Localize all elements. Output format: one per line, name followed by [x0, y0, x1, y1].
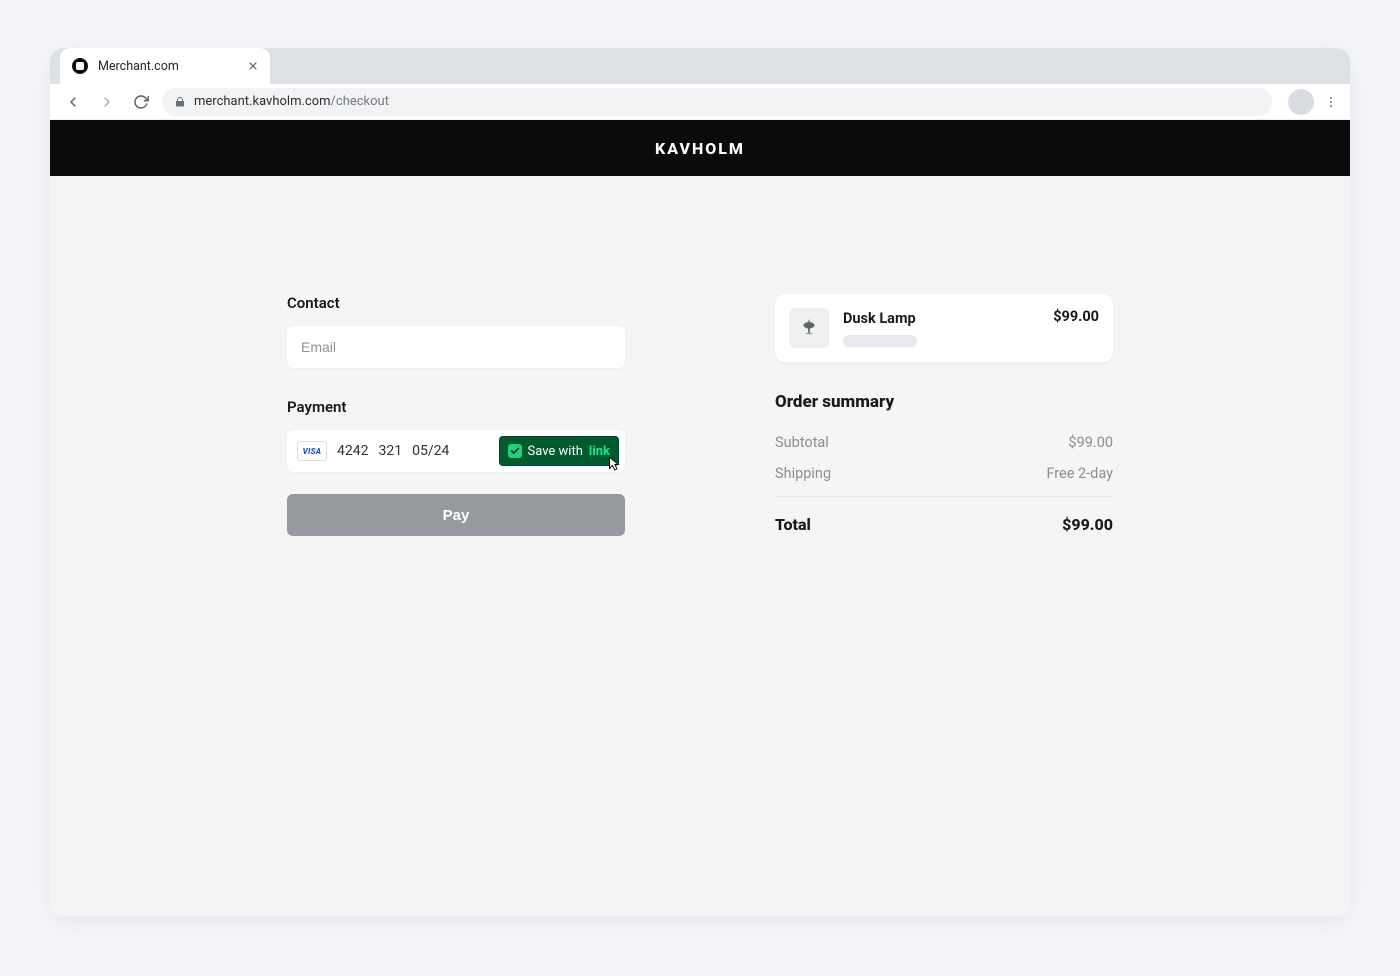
close-icon[interactable]	[246, 59, 260, 73]
summary-title: Order summary	[775, 392, 1113, 412]
save-with-link-button[interactable]: Save with link	[499, 436, 620, 466]
summary-total: Total $99.00	[775, 496, 1113, 534]
payment-label: Payment	[287, 398, 625, 416]
subtotal-label: Subtotal	[775, 434, 829, 451]
card-exp: 05/24	[412, 443, 449, 459]
profile-avatar[interactable]	[1288, 89, 1314, 115]
shipping-value: Free 2-day	[1046, 465, 1113, 482]
contact-label: Contact	[287, 294, 625, 312]
total-value: $99.00	[1062, 515, 1113, 534]
menu-button[interactable]	[1322, 89, 1340, 115]
product-thumbnail	[789, 308, 829, 348]
visa-icon: VISA	[297, 441, 327, 461]
visa-text: VISA	[303, 447, 322, 456]
card-input-row[interactable]: VISA 4242 321 05/24 Sav	[287, 430, 625, 472]
product-subtext-skeleton	[843, 335, 917, 347]
card-cvc: 321	[378, 443, 402, 459]
forward-button[interactable]	[94, 89, 120, 115]
viewport: Merchant.com merchant.kavholm.com/c	[0, 0, 1400, 976]
card-last4: 4242	[337, 443, 368, 459]
reload-button[interactable]	[128, 89, 154, 115]
browser-toolbar: merchant.kavholm.com/checkout	[50, 84, 1350, 120]
product-card: Dusk Lamp $99.00	[775, 294, 1113, 362]
lock-icon	[174, 96, 186, 108]
checkout-columns: Contact Payment VISA 4242 321 05/24	[287, 294, 1113, 876]
shipping-label: Shipping	[775, 465, 831, 482]
brand-bar: KAVHOLM	[50, 120, 1350, 176]
checkout-content: Contact Payment VISA 4242 321 05/24	[50, 176, 1350, 916]
summary-shipping: Shipping Free 2-day	[775, 465, 1113, 482]
back-button[interactable]	[60, 89, 86, 115]
address-url-path: /checkout	[331, 94, 389, 109]
address-url: merchant.kavholm.com/checkout	[194, 94, 389, 109]
address-url-host: merchant.kavholm.com	[194, 94, 331, 109]
product-name: Dusk Lamp	[843, 310, 917, 327]
check-icon	[508, 444, 522, 458]
total-label: Total	[775, 515, 811, 534]
brand-name: KAVHOLM	[655, 139, 745, 158]
address-bar[interactable]: merchant.kavholm.com/checkout	[162, 88, 1272, 116]
product-text: Dusk Lamp	[843, 310, 917, 347]
favicon-icon	[72, 58, 88, 74]
tab-strip: Merchant.com	[50, 48, 1350, 84]
tab-title: Merchant.com	[98, 59, 236, 74]
browser-tab[interactable]: Merchant.com	[60, 48, 270, 84]
subtotal-value: $99.00	[1068, 434, 1113, 451]
save-label: Save with	[528, 444, 583, 459]
order-summary: Dusk Lamp $99.00 Order summary Subtotal …	[775, 294, 1113, 876]
product-price: $99.00	[1053, 308, 1099, 325]
checkout-form: Contact Payment VISA 4242 321 05/24	[287, 294, 625, 876]
browser-window: Merchant.com merchant.kavholm.com/c	[50, 48, 1350, 916]
email-field[interactable]	[287, 326, 625, 368]
page: KAVHOLM Contact Payment VISA 4242 321	[50, 120, 1350, 916]
card-fields: 4242 321 05/24	[337, 443, 449, 459]
summary-subtotal: Subtotal $99.00	[775, 434, 1113, 451]
link-brand: link	[589, 444, 610, 459]
pay-button[interactable]: Pay	[287, 494, 625, 536]
